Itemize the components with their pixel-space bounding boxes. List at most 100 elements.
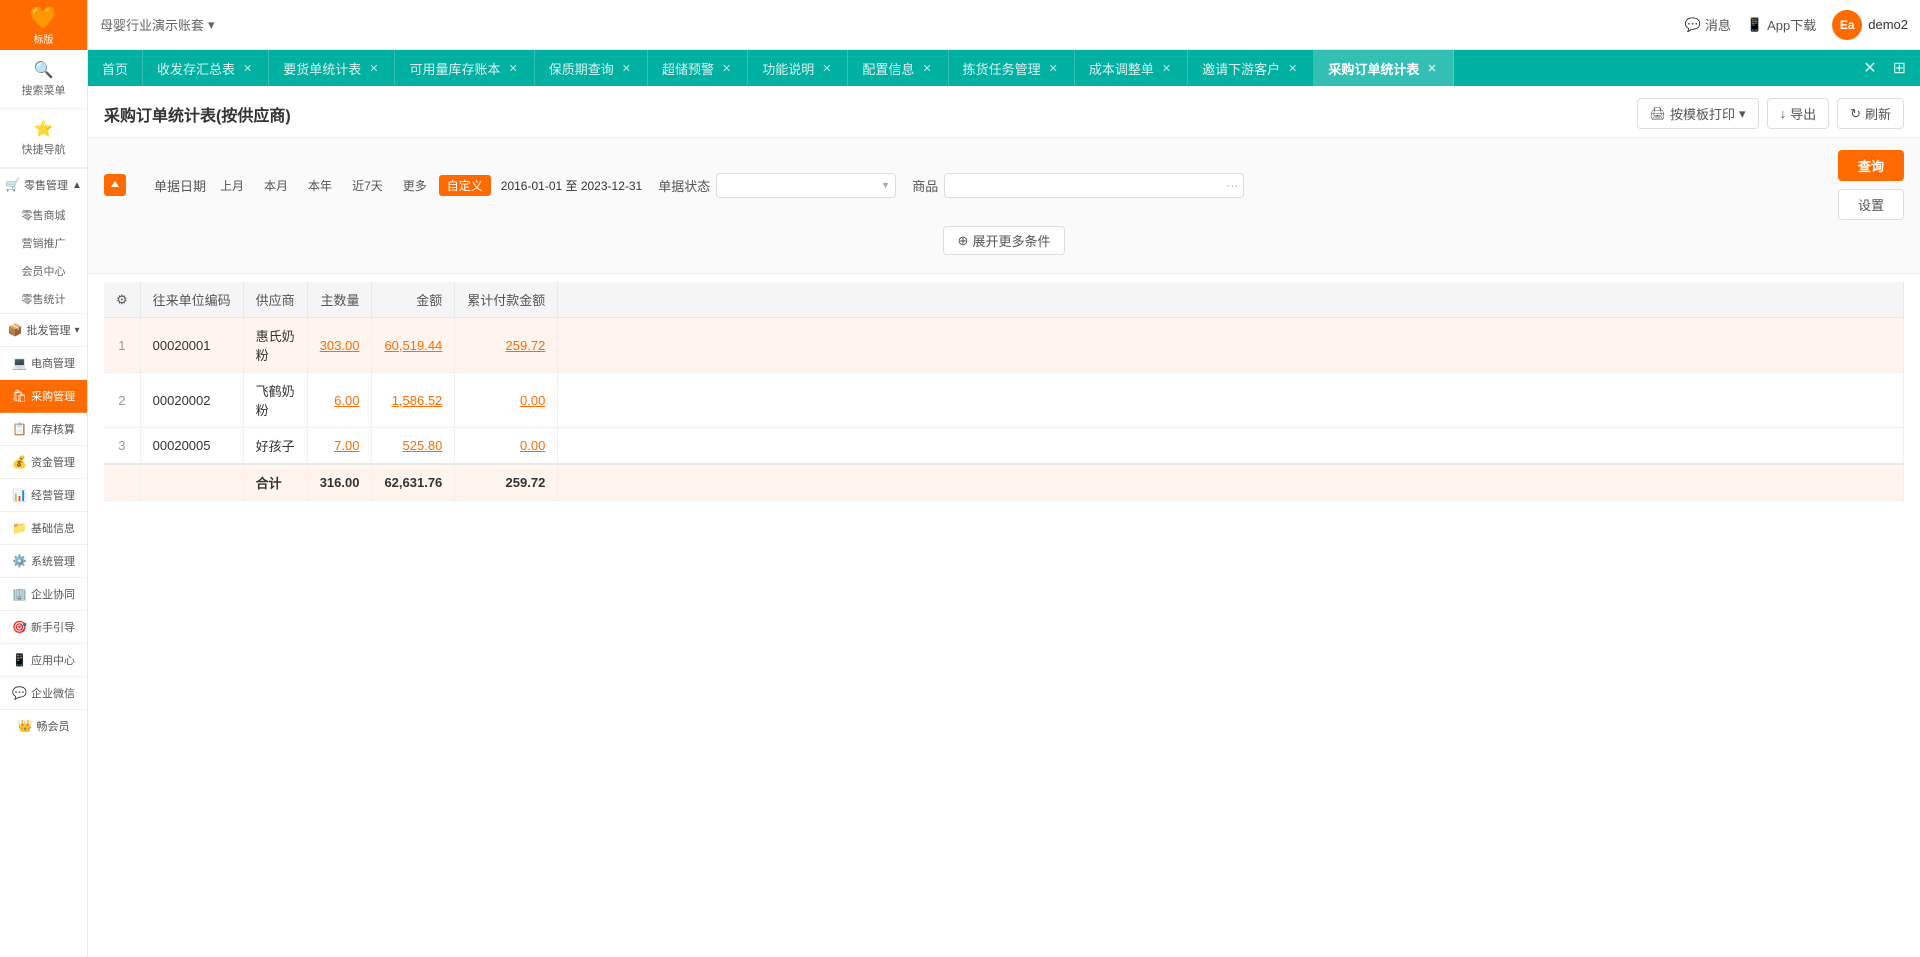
retail-icon: 🛒 [5, 178, 20, 192]
settings-button[interactable]: 设置 [1838, 189, 1904, 220]
tab-close-overstock-alert[interactable]: ✕ [720, 60, 733, 77]
sidebar-item-vip[interactable]: 👑 畅会员 [0, 710, 87, 742]
sidebar-item-marketing[interactable]: 营销推广 [0, 229, 87, 257]
tab-close-config-info[interactable]: ✕ [920, 60, 933, 77]
topbar-msg-button[interactable]: 💬 消息 [1685, 15, 1731, 34]
tab-close-expiry-query[interactable]: ✕ [620, 60, 633, 77]
refresh-button[interactable]: ↻ 刷新 [1837, 98, 1904, 129]
sidebar-item-ecommerce[interactable]: 💻 电商管理 [0, 347, 87, 380]
tab-purchase-stats[interactable]: 采购订单统计表 ✕ [1314, 50, 1453, 86]
tab-invite-downstream[interactable]: 邀请下游客户 ✕ [1188, 50, 1314, 86]
sidebar-item-operation[interactable]: 📊 经营管理 [0, 479, 87, 512]
main-area: 母婴行业演示账套 ▾ 💬 消息 📱 App下载 Ea demo2 首页 收发存汇… [88, 0, 1920, 957]
th-qty: 主数量 [307, 282, 372, 318]
row1-empty [558, 318, 1904, 373]
filter-date-item: 单据日期 上月 本月 本年 近7天 更多 自定义 2016-01-01 至 20… [154, 175, 642, 196]
goods-input[interactable] [944, 173, 1244, 198]
date-shortcut-last-month[interactable]: 上月 [212, 175, 252, 196]
sidebar-item-member[interactable]: 会员中心 [0, 257, 87, 285]
expand-more-button[interactable]: ⊕ 展开更多条件 [943, 226, 1066, 255]
sidebar-item-purchase[interactable]: 🛍 采购管理 [0, 380, 87, 413]
tab-close-purchase-stats[interactable]: ✕ [1425, 60, 1438, 77]
tab-close-function-desc[interactable]: ✕ [820, 60, 833, 77]
filter-toggle[interactable] [104, 174, 126, 196]
tabbar-controls: ✕ ⊞ [1857, 54, 1920, 82]
tab-picking-task[interactable]: 拣货任务管理 ✕ [949, 50, 1075, 86]
data-table: ⚙ 往来单位编码 供应商 主数量 金额 累计付款金额 1 00020001 [104, 282, 1904, 501]
page-header: 采购订单统计表(按供应商) 🖨 按模板打印 ▾ ↓ 导出 ↻ 刷新 [88, 86, 1920, 138]
row3-no: 3 [104, 428, 140, 465]
table-section: ⚙ 往来单位编码 供应商 主数量 金额 累计付款金额 1 00020001 [88, 282, 1920, 517]
footer-label: 合计 [243, 464, 307, 501]
th-paid: 累计付款金额 [455, 282, 558, 318]
tab-close-receive-summary[interactable]: ✕ [241, 60, 254, 77]
tab-goods-stats[interactable]: 要货单统计表 ✕ [269, 50, 395, 86]
date-shortcut-this-year[interactable]: 本年 [300, 175, 340, 196]
expand-icon: ⊕ [958, 233, 969, 249]
sidebar-item-finance[interactable]: 💰 资金管理 [0, 446, 87, 479]
topbar-app-button[interactable]: 📱 App下载 [1747, 15, 1816, 34]
tab-home[interactable]: 首页 [88, 50, 143, 86]
vip-icon: 👑 [18, 719, 33, 733]
tab-available-stock[interactable]: 可用量库存账本 ✕ [395, 50, 534, 86]
date-shortcut-7days[interactable]: 近7天 [344, 175, 391, 196]
wholesale-icon: 📦 [8, 323, 23, 337]
goods-input-more-icon[interactable]: ··· [1226, 178, 1238, 192]
tab-expiry-query[interactable]: 保质期查询 ✕ [535, 50, 648, 86]
topbar-user[interactable]: Ea demo2 [1832, 10, 1908, 40]
status-select-wrapper [716, 173, 896, 198]
enterprise-icon: 🏢 [12, 587, 27, 601]
tab-close-invite-downstream[interactable]: ✕ [1286, 60, 1299, 77]
tabbar-close-btn[interactable]: ✕ [1857, 54, 1882, 82]
sidebar-item-newguide[interactable]: 🎯 新手引导 [0, 611, 87, 644]
sidebar-item-basic[interactable]: 📁 基础信息 [0, 512, 87, 545]
sidebar-item-wholesale[interactable]: 📦 批发管理 ▾ [0, 314, 87, 347]
row2-no: 2 [104, 373, 140, 428]
table-header-row: ⚙ 往来单位编码 供应商 主数量 金额 累计付款金额 [104, 282, 1904, 318]
sidebar-item-quicknav[interactable]: ⭐ 快捷导航 [0, 109, 87, 168]
topbar: 母婴行业演示账套 ▾ 💬 消息 📱 App下载 Ea demo2 [88, 0, 1920, 50]
th-supplier: 供应商 [243, 282, 307, 318]
sidebar: 🧡 标版 🔍 搜索菜单 ⭐ 快捷导航 🛒 零售管理 ▲ 零售商城 营销推广 会员… [0, 0, 88, 957]
row3-qty: 7.00 [307, 428, 372, 465]
breadcrumb: 母婴行业演示账套 ▾ [100, 15, 1677, 34]
inventory-icon: 📋 [12, 422, 27, 436]
tab-config-info[interactable]: 配置信息 ✕ [848, 50, 948, 86]
export-button[interactable]: ↓ 导出 [1767, 98, 1830, 129]
print-button[interactable]: 🖨 按模板打印 ▾ [1637, 98, 1759, 129]
sidebar-item-retail-mall[interactable]: 零售商城 [0, 201, 87, 229]
tab-overstock-alert[interactable]: 超储预警 ✕ [648, 50, 748, 86]
tab-close-available-stock[interactable]: ✕ [507, 60, 520, 77]
sidebar-item-retail[interactable]: 🛒 零售管理 ▲ [0, 168, 87, 201]
tab-cost-adjust[interactable]: 成本调整单 ✕ [1075, 50, 1188, 86]
date-shortcut-more[interactable]: 更多 [395, 175, 435, 196]
footer-qty: 316.00 [307, 464, 372, 501]
newguide-icon: 🎯 [12, 620, 27, 634]
sidebar-item-inventory[interactable]: 📋 库存核算 [0, 413, 87, 446]
sidebar-item-search[interactable]: 🔍 搜索菜单 [0, 50, 87, 109]
tab-function-desc[interactable]: 功能说明 ✕ [748, 50, 848, 86]
appcenter-icon: 📱 [12, 653, 27, 667]
print-arrow-icon: ▾ [1739, 106, 1746, 122]
tab-receive-summary[interactable]: 收发存汇总表 ✕ [143, 50, 269, 86]
sidebar-item-retail-stats[interactable]: 零售统计 [0, 285, 87, 314]
sidebar-item-enterprise[interactable]: 🏢 企业协同 [0, 578, 87, 611]
tab-close-picking-task[interactable]: ✕ [1047, 60, 1060, 77]
sidebar-item-wechat[interactable]: 💬 企业微信 [0, 677, 87, 710]
query-button[interactable]: 查询 [1838, 150, 1904, 181]
sidebar-item-system[interactable]: ⚙️ 系统管理 [0, 545, 87, 578]
logo-icon: 🧡 [30, 5, 57, 31]
sidebar-item-appcenter[interactable]: 📱 应用中心 [0, 644, 87, 677]
row2-empty [558, 373, 1904, 428]
row1-no: 1 [104, 318, 140, 373]
tabbar-expand-btn[interactable]: ⊞ [1887, 54, 1912, 82]
avatar: Ea [1832, 10, 1862, 40]
date-custom-badge[interactable]: 自定义 [439, 175, 491, 196]
status-select[interactable] [716, 173, 896, 198]
date-shortcut-this-month[interactable]: 本月 [256, 175, 296, 196]
page-title: 采购订单统计表(按供应商) [104, 102, 291, 126]
row2-paid: 0.00 [455, 373, 558, 428]
tab-close-cost-adjust[interactable]: ✕ [1160, 60, 1173, 77]
th-gear[interactable]: ⚙ [104, 282, 140, 318]
tab-close-goods-stats[interactable]: ✕ [367, 60, 380, 77]
